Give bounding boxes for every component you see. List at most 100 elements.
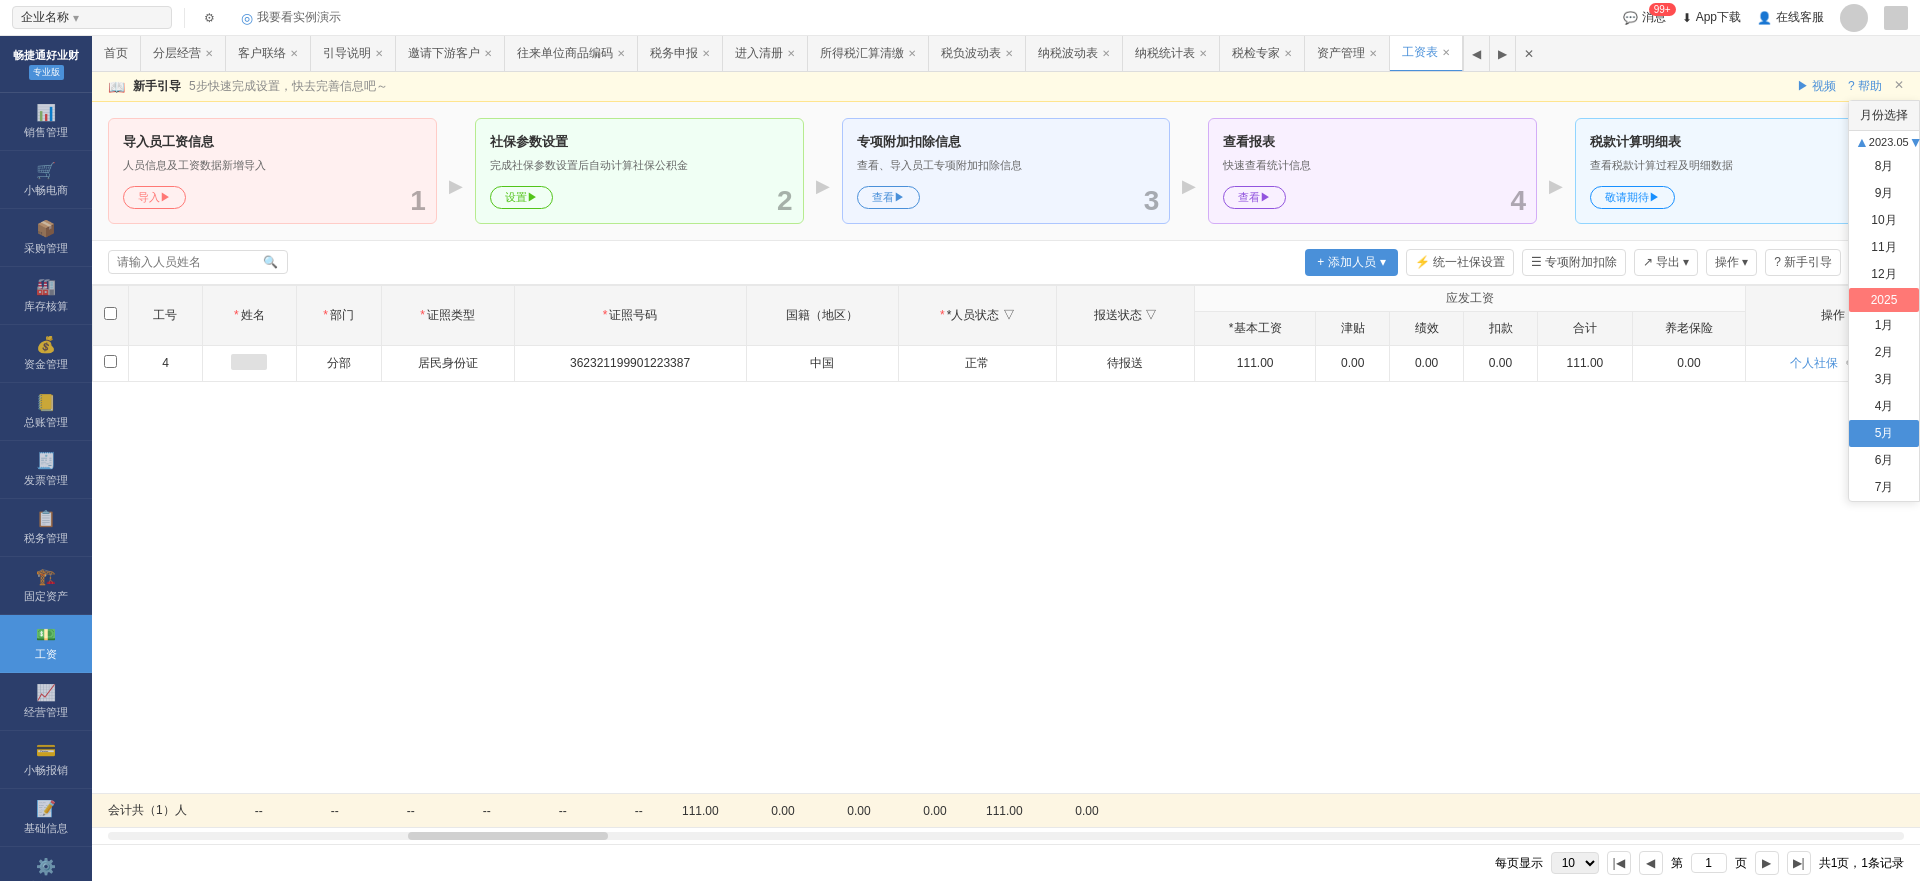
month-12[interactable]: 12月	[1849, 261, 1919, 288]
social-insurance-button[interactable]: ⚡ 统一社保设置	[1406, 249, 1514, 276]
page-next-btn[interactable]: ▶	[1755, 851, 1779, 875]
sidebar-item-inventory[interactable]: 🏭 库存核算	[0, 267, 92, 325]
select-all-checkbox[interactable]	[104, 307, 117, 320]
month-11[interactable]: 11月	[1849, 234, 1919, 261]
step-5-button[interactable]: 敬请期待▶	[1590, 186, 1675, 209]
month-1[interactable]: 1月	[1849, 312, 1919, 339]
tab-close-tax-rebate[interactable]: ✕	[1005, 48, 1013, 59]
tab-close-tax-expert[interactable]: ✕	[1284, 48, 1292, 59]
status-filter-icon[interactable]: ▽	[1003, 308, 1015, 322]
tab-close-hierarchy[interactable]: ✕	[205, 48, 213, 59]
tab-close-asset-mgmt[interactable]: ✕	[1369, 48, 1377, 59]
guide-video-link[interactable]: ▶ 视频	[1797, 78, 1836, 95]
search-input[interactable]	[117, 255, 257, 269]
month-7[interactable]: 7月	[1849, 474, 1919, 501]
sidebar-item-ecommerce[interactable]: 🛒 小畅电商	[0, 151, 92, 209]
tab-tax-rebate[interactable]: 税负波动表 ✕	[929, 36, 1026, 72]
step-1-button[interactable]: 导入▶	[123, 186, 186, 209]
tab-nav-close-all[interactable]: ✕	[1515, 36, 1542, 72]
tab-tax-stats3[interactable]: 纳税统计表 ✕	[1123, 36, 1220, 72]
export-button[interactable]: ↗ 导出 ▾	[1634, 249, 1698, 276]
tab-nav-next[interactable]: ▶	[1489, 36, 1515, 72]
sidebar-item-operations[interactable]: 📈 经营管理	[0, 673, 92, 731]
month-nav-down[interactable]: ▼	[1909, 134, 1920, 150]
sidebar-item-basic[interactable]: 📝 基础信息	[0, 789, 92, 847]
sidebar-item-ledger[interactable]: 📒 总账管理	[0, 383, 92, 441]
company-selector[interactable]: 企业名称 ▾	[12, 6, 172, 29]
newbie-guide-button[interactable]: ? 新手引导	[1765, 249, 1841, 276]
sidebar-item-invoice[interactable]: 🧾 发票管理	[0, 441, 92, 499]
app-download-button[interactable]: ⬇ App下载	[1682, 9, 1741, 26]
guide-help-link[interactable]: ? 帮助	[1848, 78, 1882, 95]
month-2[interactable]: 2月	[1849, 339, 1919, 366]
step-2-button[interactable]: 设置▶	[490, 186, 553, 209]
tab-payroll[interactable]: 工资表 ✕	[1390, 36, 1463, 72]
row-op-social[interactable]: 个人社保	[1790, 356, 1838, 370]
sidebar-item-finance[interactable]: 💰 资金管理	[0, 325, 92, 383]
demo-link[interactable]: ◎ 我要看实例演示	[241, 9, 341, 26]
tab-close-tax-report[interactable]: ✕	[702, 48, 710, 59]
tab-tax-expert[interactable]: 税检专家 ✕	[1220, 36, 1305, 72]
online-service-button[interactable]: 👤 在线客服	[1757, 9, 1824, 26]
tab-close-customer[interactable]: ✕	[290, 48, 298, 59]
report-filter-icon[interactable]: ▽	[1145, 308, 1157, 322]
tab-home[interactable]: 首页	[92, 36, 141, 72]
page-input[interactable]	[1691, 853, 1727, 873]
sidebar-item-purchase[interactable]: 📦 采购管理	[0, 209, 92, 267]
tab-tax-stats2[interactable]: 纳税波动表 ✕	[1026, 36, 1123, 72]
user-avatar[interactable]	[1840, 4, 1868, 32]
tab-hierarchy[interactable]: 分层经营 ✕	[141, 36, 226, 72]
tab-tax-calc[interactable]: 所得税汇算清缴 ✕	[808, 36, 929, 72]
sidebar-item-system[interactable]: ⚙️ 系统管理	[0, 847, 92, 881]
month-3[interactable]: 3月	[1849, 366, 1919, 393]
user-menu[interactable]	[1884, 6, 1908, 30]
tab-close-guide[interactable]: ✕	[375, 48, 383, 59]
sidebar-item-payroll[interactable]: 💵 工资	[0, 615, 92, 673]
tab-close-tax-stats2[interactable]: ✕	[1102, 48, 1110, 59]
tab-close-unit-code[interactable]: ✕	[617, 48, 625, 59]
step-4-button[interactable]: 查看▶	[1223, 186, 1286, 209]
tab-unit-code[interactable]: 往来单位商品编码 ✕	[505, 36, 638, 72]
add-person-button[interactable]: + 添加人员 ▾	[1305, 249, 1398, 276]
th-base: *基本工资	[1195, 311, 1316, 345]
sidebar-item-marketing[interactable]: 💳 小畅报销	[0, 731, 92, 789]
month-8[interactable]: 8月	[1849, 153, 1919, 180]
sidebar-item-sales[interactable]: 📊 销售管理	[0, 93, 92, 151]
page-first-btn[interactable]: |◀	[1607, 851, 1631, 875]
scroll-track[interactable]	[108, 832, 1904, 840]
tab-close-payroll[interactable]: ✕	[1442, 47, 1450, 58]
page-prev-btn[interactable]: ◀	[1639, 851, 1663, 875]
settings-icon[interactable]: ⚙	[197, 6, 221, 30]
tab-close-invite[interactable]: ✕	[484, 48, 492, 59]
search-icon[interactable]: 🔍	[263, 255, 278, 269]
message-button[interactable]: 💬 消息 99+	[1623, 9, 1666, 26]
month-year-2025[interactable]: 2025	[1849, 288, 1919, 312]
operations-button[interactable]: 操作 ▾	[1706, 249, 1757, 276]
tab-close-clearance[interactable]: ✕	[787, 48, 795, 59]
sidebar-item-assets[interactable]: 🏗️ 固定资产	[0, 557, 92, 615]
tab-customer[interactable]: 客户联络 ✕	[226, 36, 311, 72]
page-last-btn[interactable]: ▶|	[1787, 851, 1811, 875]
month-6[interactable]: 6月	[1849, 447, 1919, 474]
month-9[interactable]: 9月	[1849, 180, 1919, 207]
sidebar-item-tax[interactable]: 📋 税务管理	[0, 499, 92, 557]
month-5[interactable]: 5月	[1849, 420, 1919, 447]
tab-close-tax-stats3[interactable]: ✕	[1199, 48, 1207, 59]
scroll-thumb[interactable]	[408, 832, 608, 840]
tab-nav-prev[interactable]: ◀	[1463, 36, 1489, 72]
tab-clearance[interactable]: 进入清册 ✕	[723, 36, 808, 72]
page-size-select[interactable]: 10 20 50	[1551, 852, 1599, 874]
month-10[interactable]: 10月	[1849, 207, 1919, 234]
row-checkbox[interactable]	[104, 355, 117, 368]
tab-close-tax-calc[interactable]: ✕	[908, 48, 916, 59]
special-deduction-button[interactable]: ☰ 专项附加扣除	[1522, 249, 1626, 276]
tab-asset-mgmt[interactable]: 资产管理 ✕	[1305, 36, 1390, 72]
step-3-button[interactable]: 查看▶	[857, 186, 920, 209]
tab-guide[interactable]: 引导说明 ✕	[311, 36, 396, 72]
month-4[interactable]: 4月	[1849, 393, 1919, 420]
tab-invite[interactable]: 邀请下游客户 ✕	[396, 36, 505, 72]
tab-tax-report[interactable]: 税务申报 ✕	[638, 36, 723, 72]
guide-close-icon[interactable]: ✕	[1894, 78, 1904, 95]
step-4-num: 4	[1511, 185, 1527, 217]
month-nav-up[interactable]: ▲	[1855, 134, 1869, 150]
